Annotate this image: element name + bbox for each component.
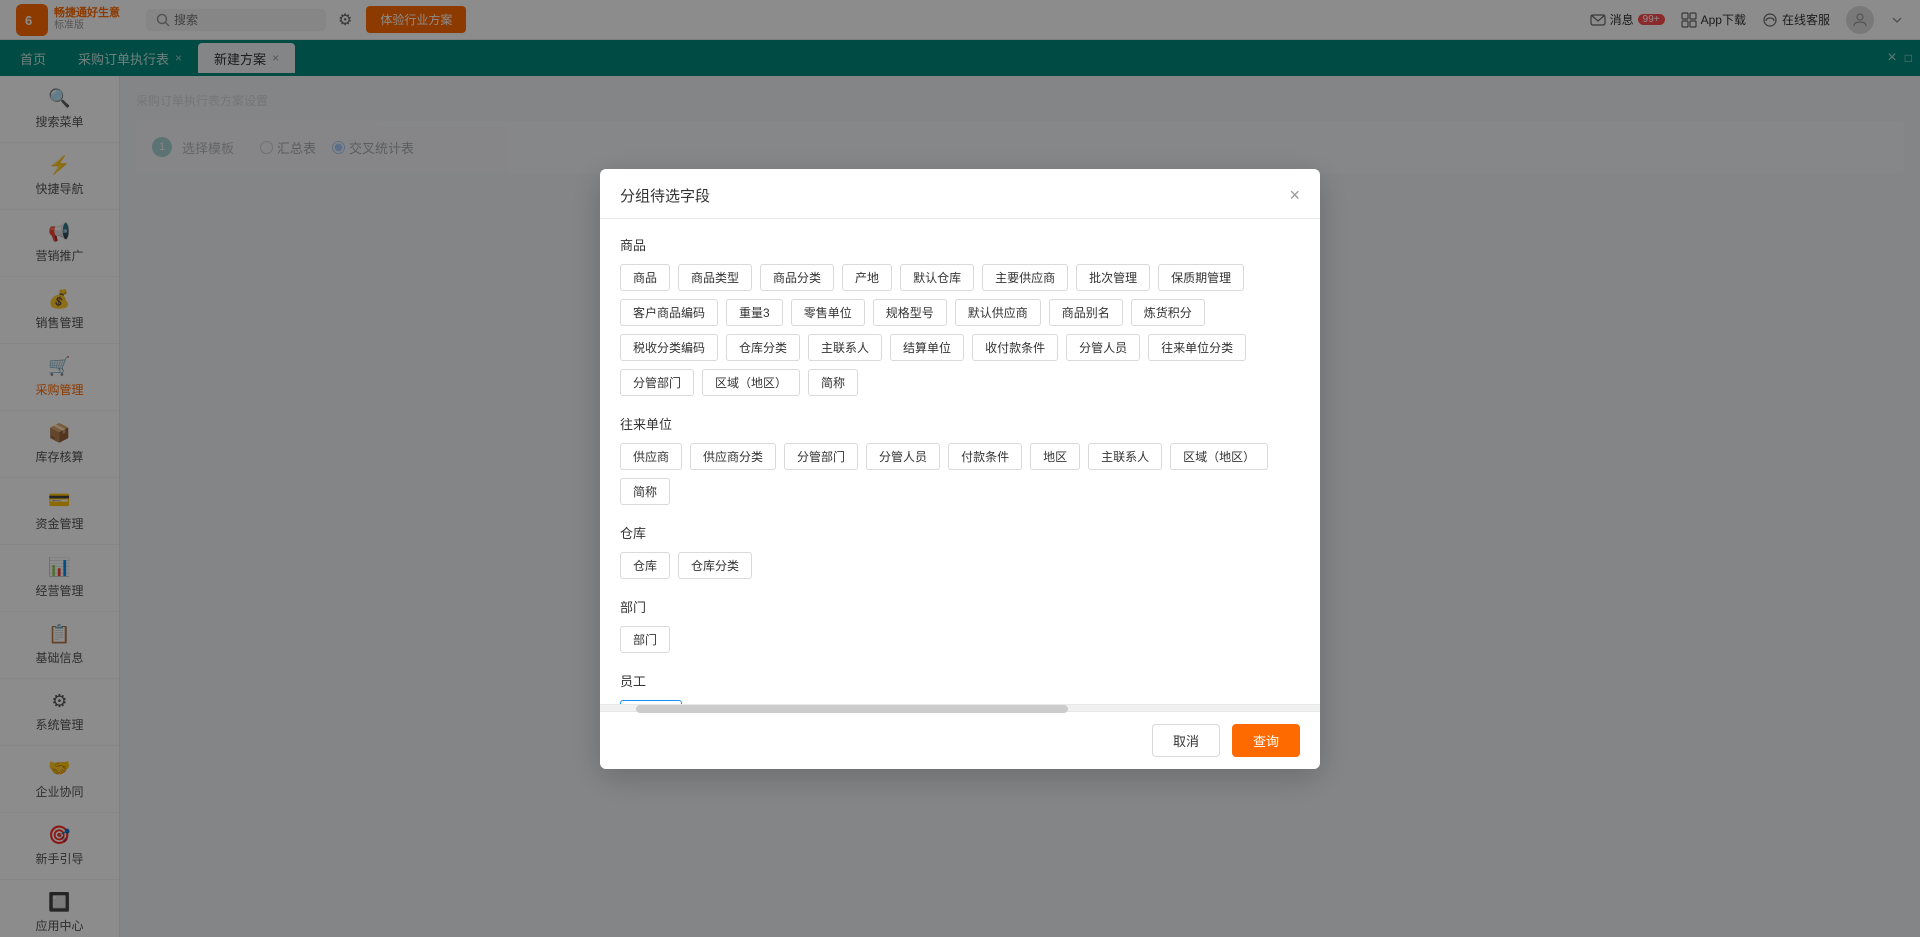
field-tag[interactable]: 税收分类编码 bbox=[620, 334, 718, 361]
field-tag[interactable]: 仓库分类 bbox=[678, 552, 752, 579]
field-tag[interactable]: 商品 bbox=[620, 264, 670, 291]
field-tag[interactable]: 往来单位分类 bbox=[1148, 334, 1246, 361]
modal-title: 分组待选字段 bbox=[620, 185, 710, 206]
field-tag[interactable]: 商品类型 bbox=[678, 264, 752, 291]
field-tag[interactable]: 商品别名 bbox=[1049, 299, 1123, 326]
modal-body[interactable]: 商品 商品 商品类型 商品分类 产地 默认仓库 主要供应商 批次管理 保质期管理… bbox=[600, 219, 1320, 705]
field-tag[interactable]: 客户商品编码 bbox=[620, 299, 718, 326]
field-tag[interactable]: 供应商 bbox=[620, 443, 682, 470]
field-tag[interactable]: 供应商分类 bbox=[690, 443, 776, 470]
field-tag[interactable]: 规格型号 bbox=[873, 299, 947, 326]
field-tag[interactable]: 分管部门 bbox=[620, 369, 694, 396]
field-tag[interactable]: 收付款条件 bbox=[972, 334, 1058, 361]
confirm-button[interactable]: 查询 bbox=[1232, 724, 1300, 757]
field-tag[interactable]: 炼货积分 bbox=[1131, 299, 1205, 326]
field-tag[interactable]: 默认仓库 bbox=[900, 264, 974, 291]
section-partner: 往来单位 供应商 供应商分类 分管部门 分管人员 付款条件 地区 主联系人 区域… bbox=[620, 414, 1300, 505]
section-department-title: 部门 bbox=[620, 597, 1300, 616]
field-tag[interactable]: 地区 bbox=[1030, 443, 1080, 470]
field-tags-department: 部门 bbox=[620, 626, 1300, 653]
modal-scroll-track[interactable] bbox=[600, 704, 1320, 710]
modal-footer: 取消 查询 bbox=[600, 711, 1320, 769]
main-content: 采购订单执行表方案设置 1 选择模板 汇总表 交叉统计表 bbox=[120, 76, 1920, 937]
section-employee: 员工 业务员 bbox=[620, 671, 1300, 705]
field-tag[interactable]: 分管人员 bbox=[866, 443, 940, 470]
field-selection-modal: 分组待选字段 × 商品 商品 商品类型 商品分类 产地 默认仓库 bbox=[600, 169, 1320, 769]
section-product: 商品 商品 商品类型 商品分类 产地 默认仓库 主要供应商 批次管理 保质期管理… bbox=[620, 235, 1300, 396]
field-tag[interactable]: 主要供应商 bbox=[982, 264, 1068, 291]
field-tag[interactable]: 产地 bbox=[842, 264, 892, 291]
field-tag[interactable]: 主联系人 bbox=[1088, 443, 1162, 470]
field-tags-product: 商品 商品类型 商品分类 产地 默认仓库 主要供应商 批次管理 保质期管理 客户… bbox=[620, 264, 1300, 396]
field-tag[interactable]: 仓库 bbox=[620, 552, 670, 579]
section-warehouse: 仓库 仓库 仓库分类 bbox=[620, 523, 1300, 579]
field-tag[interactable]: 区域（地区） bbox=[702, 369, 800, 396]
section-partner-title: 往来单位 bbox=[620, 414, 1300, 433]
field-tag[interactable]: 默认供应商 bbox=[955, 299, 1041, 326]
section-employee-title: 员工 bbox=[620, 671, 1300, 690]
section-product-title: 商品 bbox=[620, 235, 1300, 254]
field-tag[interactable]: 结算单位 bbox=[890, 334, 964, 361]
field-tag[interactable]: 重量3 bbox=[726, 299, 783, 326]
section-department: 部门 部门 bbox=[620, 597, 1300, 653]
field-tag[interactable]: 区域（地区） bbox=[1170, 443, 1268, 470]
modal-overlay: 分组待选字段 × 商品 商品 商品类型 商品分类 产地 默认仓库 bbox=[120, 76, 1920, 937]
modal-header: 分组待选字段 × bbox=[600, 169, 1320, 219]
field-tag[interactable]: 分管部门 bbox=[784, 443, 858, 470]
cancel-button[interactable]: 取消 bbox=[1152, 724, 1220, 757]
modal-scroll-thumb bbox=[636, 705, 1068, 713]
modal-close-btn[interactable]: × bbox=[1289, 186, 1300, 204]
field-tags-warehouse: 仓库 仓库分类 bbox=[620, 552, 1300, 579]
section-warehouse-title: 仓库 bbox=[620, 523, 1300, 542]
field-tags-partner: 供应商 供应商分类 分管部门 分管人员 付款条件 地区 主联系人 区域（地区） … bbox=[620, 443, 1300, 505]
field-tag[interactable]: 保质期管理 bbox=[1158, 264, 1244, 291]
field-tag[interactable]: 零售单位 bbox=[791, 299, 865, 326]
field-tag[interactable]: 部门 bbox=[620, 626, 670, 653]
field-tag[interactable]: 简称 bbox=[808, 369, 858, 396]
field-tag[interactable]: 简称 bbox=[620, 478, 670, 505]
field-tag[interactable]: 批次管理 bbox=[1076, 264, 1150, 291]
field-tag[interactable]: 主联系人 bbox=[808, 334, 882, 361]
field-tag[interactable]: 分管人员 bbox=[1066, 334, 1140, 361]
field-tag[interactable]: 付款条件 bbox=[948, 443, 1022, 470]
field-tag[interactable]: 商品分类 bbox=[760, 264, 834, 291]
main-layout: 🔍 搜索菜单 ⚡ 快捷导航 📢 营销推广 💰 销售管理 🛒 采购管理 📦 库存核… bbox=[0, 76, 1920, 937]
field-tag[interactable]: 仓库分类 bbox=[726, 334, 800, 361]
